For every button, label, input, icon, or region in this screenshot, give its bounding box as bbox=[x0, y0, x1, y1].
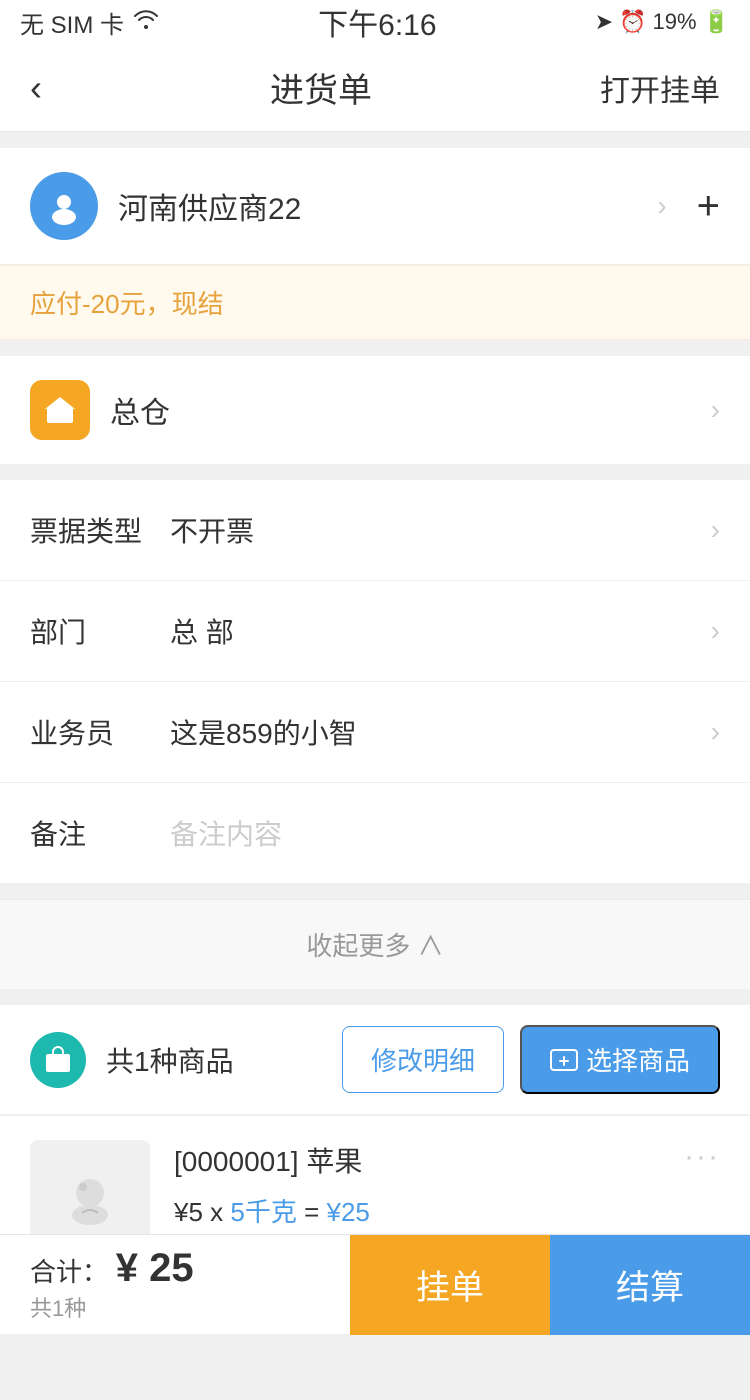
equals-sign: = bbox=[304, 1197, 326, 1227]
more-button[interactable]: ··· bbox=[684, 1140, 720, 1174]
location-icon: ➤ bbox=[595, 9, 613, 35]
select-product-label: 选择商品 bbox=[586, 1041, 690, 1078]
battery-icon: 🔋 bbox=[703, 9, 730, 35]
add-supplier-button[interactable]: + bbox=[697, 184, 720, 229]
nav-bar: ‹ 进货单 打开挂单 bbox=[0, 44, 750, 132]
product-icon bbox=[30, 1032, 86, 1088]
unit-price: ¥5 bbox=[174, 1197, 203, 1227]
total-label: 合计： bbox=[30, 1257, 108, 1287]
remark-row[interactable]: 备注 备注内容 bbox=[0, 783, 750, 883]
status-bar: 无 SIM 卡 下午6:16 ➤ ⏰ 19% 🔋 bbox=[0, 0, 750, 44]
sales-value: 这是859的小智 bbox=[150, 712, 711, 752]
product-count: 共1种商品 bbox=[106, 1040, 342, 1080]
hang-button[interactable]: 挂单 bbox=[350, 1235, 550, 1335]
dept-value: 总 部 bbox=[150, 611, 711, 651]
collapse-label: 收起更多 ∧ bbox=[306, 931, 443, 961]
total-count: 共1种 bbox=[30, 1291, 320, 1323]
sales-arrow-icon: › bbox=[711, 716, 720, 748]
battery-label: 19% bbox=[653, 9, 697, 35]
page-title: 进货单 bbox=[270, 63, 372, 112]
quantity: 5千克 bbox=[230, 1197, 296, 1227]
remark-label: 备注 bbox=[30, 813, 150, 853]
product-price: ¥5 x 5千克 = ¥25 bbox=[174, 1192, 684, 1229]
supplier-avatar bbox=[30, 172, 98, 240]
invoice-value: 不开票 bbox=[150, 510, 711, 550]
back-button[interactable]: ‹ bbox=[30, 67, 42, 109]
product-info: [0000001] 苹果 ¥5 x 5千克 = ¥25 bbox=[174, 1140, 684, 1229]
item-total: ¥25 bbox=[327, 1197, 370, 1227]
supplier-row[interactable]: 河南供应商22 › + bbox=[0, 148, 750, 265]
sales-row[interactable]: 业务员 这是859的小智 › bbox=[0, 682, 750, 783]
invoice-label: 票据类型 bbox=[30, 510, 150, 550]
balance-notice: 应付-20元，现结 bbox=[0, 265, 750, 340]
total-amount: ¥ 25 bbox=[116, 1246, 194, 1290]
open-pending-button[interactable]: 打开挂单 bbox=[600, 66, 720, 110]
status-time: 下午6:16 bbox=[318, 0, 436, 44]
dept-arrow-icon: › bbox=[711, 615, 720, 647]
warehouse-row[interactable]: 总仓 › bbox=[0, 356, 750, 464]
status-left: 无 SIM 卡 bbox=[20, 5, 160, 40]
supplier-section: 河南供应商22 › + 应付-20元，现结 bbox=[0, 148, 750, 340]
supplier-arrow-icon: › bbox=[657, 190, 666, 222]
remark-input[interactable]: 备注内容 bbox=[150, 813, 720, 853]
sales-label: 业务员 bbox=[30, 712, 150, 752]
product-header: 共1种商品 修改明细 选择商品 bbox=[0, 1005, 750, 1115]
total-area: 合计： ¥ 25 共1种 bbox=[0, 1246, 350, 1323]
warehouse-arrow-icon: › bbox=[711, 394, 720, 426]
multiply-sign: x bbox=[210, 1197, 230, 1227]
alarm-icon: ⏰ bbox=[619, 9, 646, 35]
hang-label: 挂单 bbox=[416, 1260, 484, 1309]
product-title: 苹果 bbox=[306, 1146, 362, 1177]
select-product-button[interactable]: 选择商品 bbox=[520, 1025, 720, 1094]
warehouse-section: 总仓 › bbox=[0, 356, 750, 464]
checkout-label: 结算 bbox=[616, 1260, 684, 1309]
status-right: ➤ ⏰ 19% 🔋 bbox=[595, 9, 730, 35]
dept-label: 部门 bbox=[30, 611, 150, 651]
supplier-name: 河南供应商22 bbox=[118, 184, 657, 228]
form-section: 票据类型 不开票 › 部门 总 部 › 业务员 这是859的小智 › 备注 备注… bbox=[0, 480, 750, 883]
wifi-icon bbox=[132, 8, 160, 36]
carrier-label: 无 SIM 卡 bbox=[20, 5, 124, 40]
bottom-bar: 合计： ¥ 25 共1种 挂单 结算 bbox=[0, 1234, 750, 1334]
collapse-row[interactable]: 收起更多 ∧ bbox=[0, 899, 750, 989]
total-row: 合计： ¥ 25 bbox=[30, 1246, 320, 1291]
product-name: [0000001] 苹果 bbox=[174, 1140, 684, 1180]
dept-row[interactable]: 部门 总 部 › bbox=[0, 581, 750, 682]
warehouse-name: 总仓 bbox=[110, 388, 711, 432]
warehouse-icon bbox=[30, 380, 90, 440]
invoice-row[interactable]: 票据类型 不开票 › bbox=[0, 480, 750, 581]
invoice-arrow-icon: › bbox=[711, 514, 720, 546]
product-code: [0000001] bbox=[174, 1146, 299, 1177]
checkout-button[interactable]: 结算 bbox=[550, 1235, 750, 1335]
edit-detail-button[interactable]: 修改明细 bbox=[342, 1026, 504, 1093]
